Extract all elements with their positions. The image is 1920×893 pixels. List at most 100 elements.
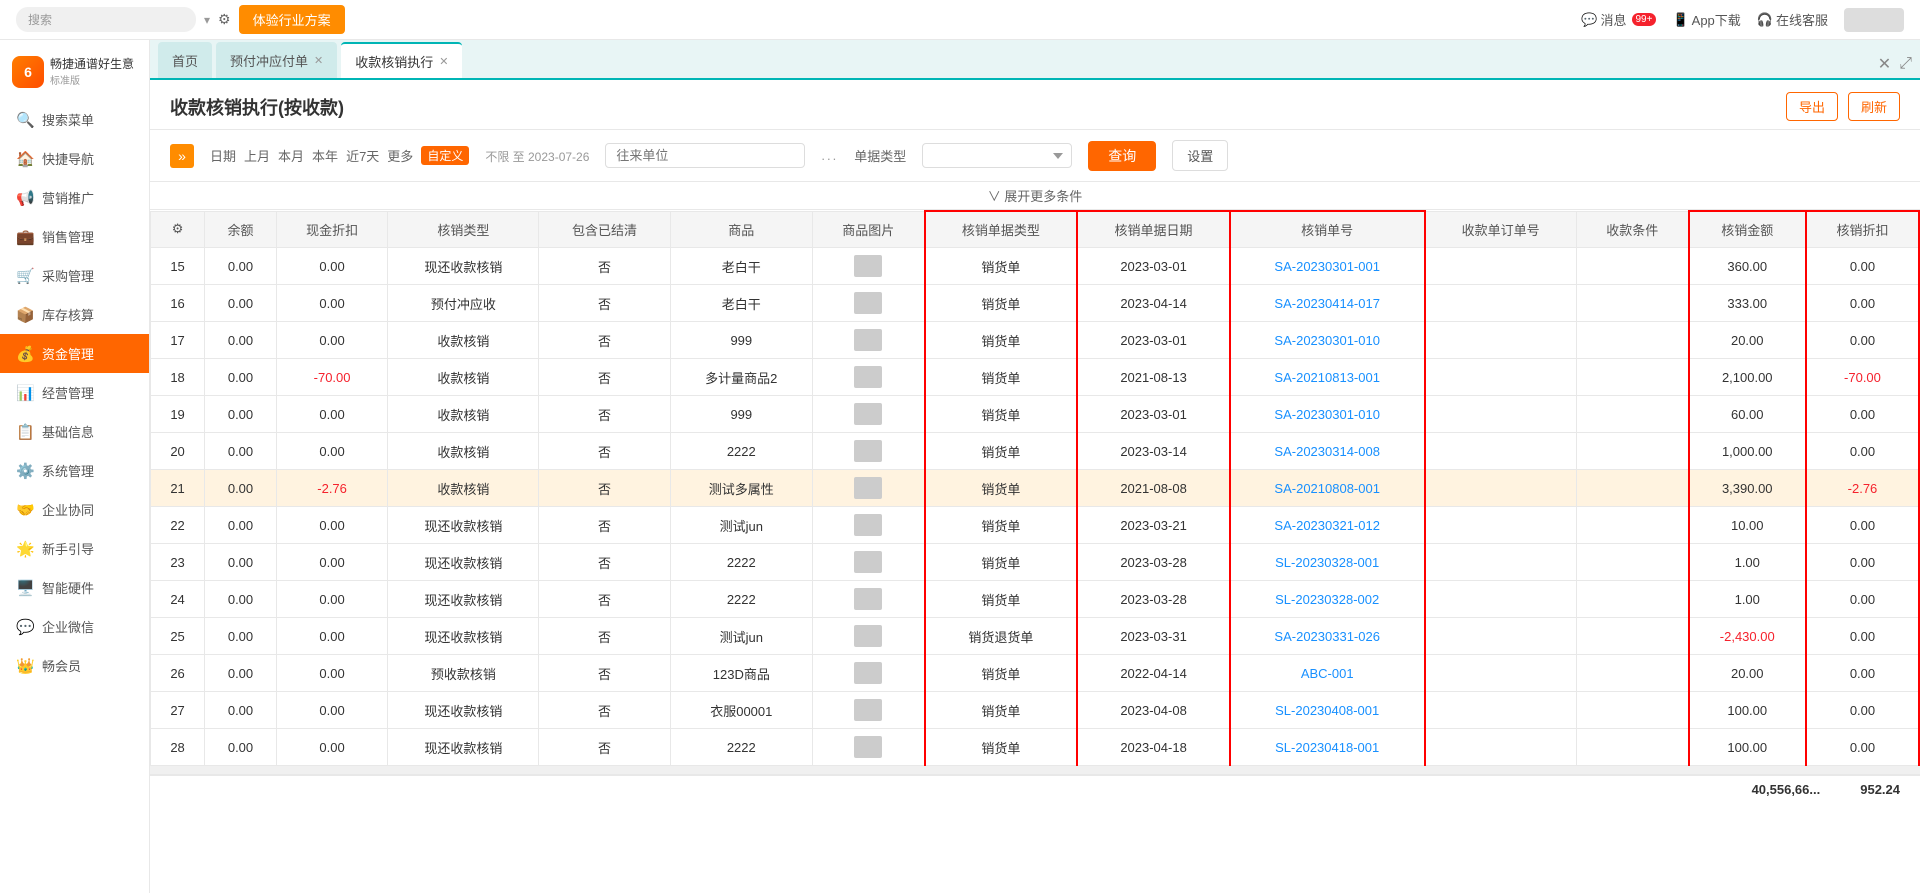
expand-more-bar[interactable]: ∨ 展开更多条件 bbox=[150, 182, 1920, 210]
cell-receipt-cond bbox=[1576, 655, 1688, 692]
cell-slip-type: 销货退货单 bbox=[925, 618, 1078, 655]
tab-bar: 首页 预付冲应付单 ✕ 收款核销执行 ✕ ✕ ⤢ bbox=[150, 40, 1920, 80]
date-custom-button[interactable]: 自定义 bbox=[421, 146, 469, 165]
tab-prepay[interactable]: 预付冲应付单 ✕ bbox=[216, 42, 337, 78]
cell-receipt-cond bbox=[1576, 581, 1688, 618]
cell-writeoff-type: 收款核销 bbox=[388, 470, 539, 507]
partner-input[interactable] bbox=[605, 143, 805, 168]
tab-home[interactable]: 首页 bbox=[158, 42, 212, 78]
slip-no-link[interactable]: SA-20230414-017 bbox=[1274, 296, 1380, 311]
finance-icon: 💰 bbox=[16, 345, 34, 363]
cell-slip-no: SA-20230414-017 bbox=[1230, 285, 1425, 322]
refresh-button[interactable]: 刷新 bbox=[1848, 92, 1900, 121]
export-button[interactable]: 导出 bbox=[1786, 92, 1838, 121]
sidebar-label-purchase: 采购管理 bbox=[42, 266, 94, 285]
sidebar-item-system[interactable]: ⚙️ 系统管理 bbox=[0, 451, 149, 490]
date-label: 日期 bbox=[210, 146, 236, 165]
app-download-link[interactable]: 📱 App下载 bbox=[1672, 10, 1740, 29]
sidebar-item-business[interactable]: 📊 经营管理 bbox=[0, 373, 149, 412]
tab-receipt[interactable]: 收款核销执行 ✕ bbox=[341, 42, 462, 78]
search-chevron-icon[interactable]: ▾ bbox=[204, 13, 210, 27]
messages-link[interactable]: 💬 消息 99+ bbox=[1581, 10, 1656, 29]
cell-slip-no: SA-20230301-010 bbox=[1230, 396, 1425, 433]
col-include-settled: 包含已结清 bbox=[539, 211, 670, 248]
filter-expand-button[interactable]: » bbox=[170, 144, 194, 168]
date-more[interactable]: 更多 bbox=[387, 146, 413, 165]
slip-no-link[interactable]: SA-20210813-001 bbox=[1274, 370, 1380, 385]
cell-goods-img bbox=[812, 729, 924, 766]
tab-close-all-icon[interactable]: ✕ bbox=[1878, 54, 1891, 74]
slip-no-link[interactable]: SL-20230328-002 bbox=[1275, 592, 1379, 607]
service-icon: 🎧 bbox=[1757, 12, 1773, 28]
cell-slip-type: 销货单 bbox=[925, 359, 1078, 396]
cell-writeoff-type: 收款核销 bbox=[388, 322, 539, 359]
settings-gear-icon[interactable]: ⚙ bbox=[218, 11, 231, 28]
tab-prepay-close-icon[interactable]: ✕ bbox=[314, 54, 323, 67]
sidebar-item-sales[interactable]: 💼 销售管理 bbox=[0, 217, 149, 256]
slip-no-link[interactable]: SA-20230301-010 bbox=[1274, 407, 1380, 422]
table-row: 16 0.00 0.00 预付冲应收 否 老白干 销货单 2023-04-14 … bbox=[151, 285, 1920, 322]
date-cur-month[interactable]: 本月 bbox=[278, 146, 304, 165]
col-gear[interactable]: ⚙ bbox=[151, 211, 205, 248]
slip-no-link[interactable]: SA-20230314-008 bbox=[1274, 444, 1380, 459]
cell-include-settled: 否 bbox=[539, 433, 670, 470]
sidebar-item-guide[interactable]: 🌟 新手引导 bbox=[0, 529, 149, 568]
query-button[interactable]: 查询 bbox=[1088, 141, 1156, 171]
sidebar-item-finance[interactable]: 💰 资金管理 bbox=[0, 334, 149, 373]
date-cur-year[interactable]: 本年 bbox=[312, 146, 338, 165]
col-goods: 商品 bbox=[670, 211, 812, 248]
cell-balance: 0.00 bbox=[205, 655, 277, 692]
cell-slip-no: SA-20210813-001 bbox=[1230, 359, 1425, 396]
slip-no-link[interactable]: SL-20230328-001 bbox=[1275, 555, 1379, 570]
horizontal-scrollbar[interactable] bbox=[150, 766, 1920, 774]
enterprise-icon: 🤝 bbox=[16, 501, 34, 519]
tab-receipt-close-icon[interactable]: ✕ bbox=[439, 55, 448, 68]
receipt-type-select[interactable] bbox=[922, 143, 1072, 168]
sidebar-item-basic[interactable]: 📋 基础信息 bbox=[0, 412, 149, 451]
slip-no-link[interactable]: SA-20230321-012 bbox=[1274, 518, 1380, 533]
cell-receipt-cond bbox=[1576, 322, 1688, 359]
cell-goods: 老白干 bbox=[670, 285, 812, 322]
tab-home-label: 首页 bbox=[172, 51, 198, 70]
user-avatar[interactable] bbox=[1844, 8, 1904, 32]
message-icon: 💬 bbox=[1581, 12, 1597, 28]
date-7days[interactable]: 近7天 bbox=[346, 146, 379, 165]
top-bar-left: 搜索 ▾ ⚙ 体验行业方案 bbox=[16, 5, 1569, 34]
slip-no-link[interactable]: SA-20210808-001 bbox=[1274, 481, 1380, 496]
sidebar-item-purchase[interactable]: 🛒 采购管理 bbox=[0, 256, 149, 295]
cell-slip-no: SA-20230301-001 bbox=[1230, 248, 1425, 285]
sidebar-item-quicknav[interactable]: 🏠 快捷导航 bbox=[0, 139, 149, 178]
sidebar-item-wechat[interactable]: 💬 企业微信 bbox=[0, 607, 149, 646]
cell-receipt-order-no bbox=[1425, 581, 1577, 618]
sidebar-item-member[interactable]: 👑 畅会员 bbox=[0, 646, 149, 685]
sidebar-item-enterprise[interactable]: 🤝 企业协同 bbox=[0, 490, 149, 529]
cell-balance: 0.00 bbox=[205, 581, 277, 618]
cell-no: 16 bbox=[151, 285, 205, 322]
sidebar-item-marketing[interactable]: 📢 营销推广 bbox=[0, 178, 149, 217]
cell-receipt-cond bbox=[1576, 729, 1688, 766]
cell-balance: 0.00 bbox=[205, 396, 277, 433]
cell-slip-no: SA-20230314-008 bbox=[1230, 433, 1425, 470]
slip-no-link[interactable]: SA-20230331-026 bbox=[1274, 629, 1380, 644]
tab-maximize-icon[interactable]: ⤢ bbox=[1899, 55, 1912, 73]
cell-slip-type: 销货单 bbox=[925, 396, 1078, 433]
sidebar-item-search[interactable]: 🔍 搜索菜单 bbox=[0, 100, 149, 139]
cell-receipt-cond bbox=[1576, 692, 1688, 729]
online-service-link[interactable]: 🎧 在线客服 bbox=[1757, 10, 1828, 29]
slip-no-link[interactable]: SA-20230301-001 bbox=[1274, 259, 1380, 274]
cell-goods-img bbox=[812, 507, 924, 544]
partner-picker-icon[interactable]: ... bbox=[821, 148, 838, 163]
slip-no-link[interactable]: SA-20230301-010 bbox=[1274, 333, 1380, 348]
slip-no-link[interactable]: ABC-001 bbox=[1301, 666, 1354, 681]
sidebar-item-inventory[interactable]: 📦 库存核算 bbox=[0, 295, 149, 334]
setting-button[interactable]: 设置 bbox=[1172, 140, 1228, 171]
date-prev-month[interactable]: 上月 bbox=[244, 146, 270, 165]
cell-cash-discount: 0.00 bbox=[276, 618, 387, 655]
sidebar-item-hardware[interactable]: 🖥️ 智能硬件 bbox=[0, 568, 149, 607]
slip-no-link[interactable]: SL-20230408-001 bbox=[1275, 703, 1379, 718]
cell-balance: 0.00 bbox=[205, 729, 277, 766]
slip-no-link[interactable]: SL-20230418-001 bbox=[1275, 740, 1379, 755]
industry-solution-button[interactable]: 体验行业方案 bbox=[239, 5, 345, 34]
app-icon: 📱 bbox=[1672, 12, 1688, 28]
col-slip-type: 核销单据类型 bbox=[925, 211, 1078, 248]
